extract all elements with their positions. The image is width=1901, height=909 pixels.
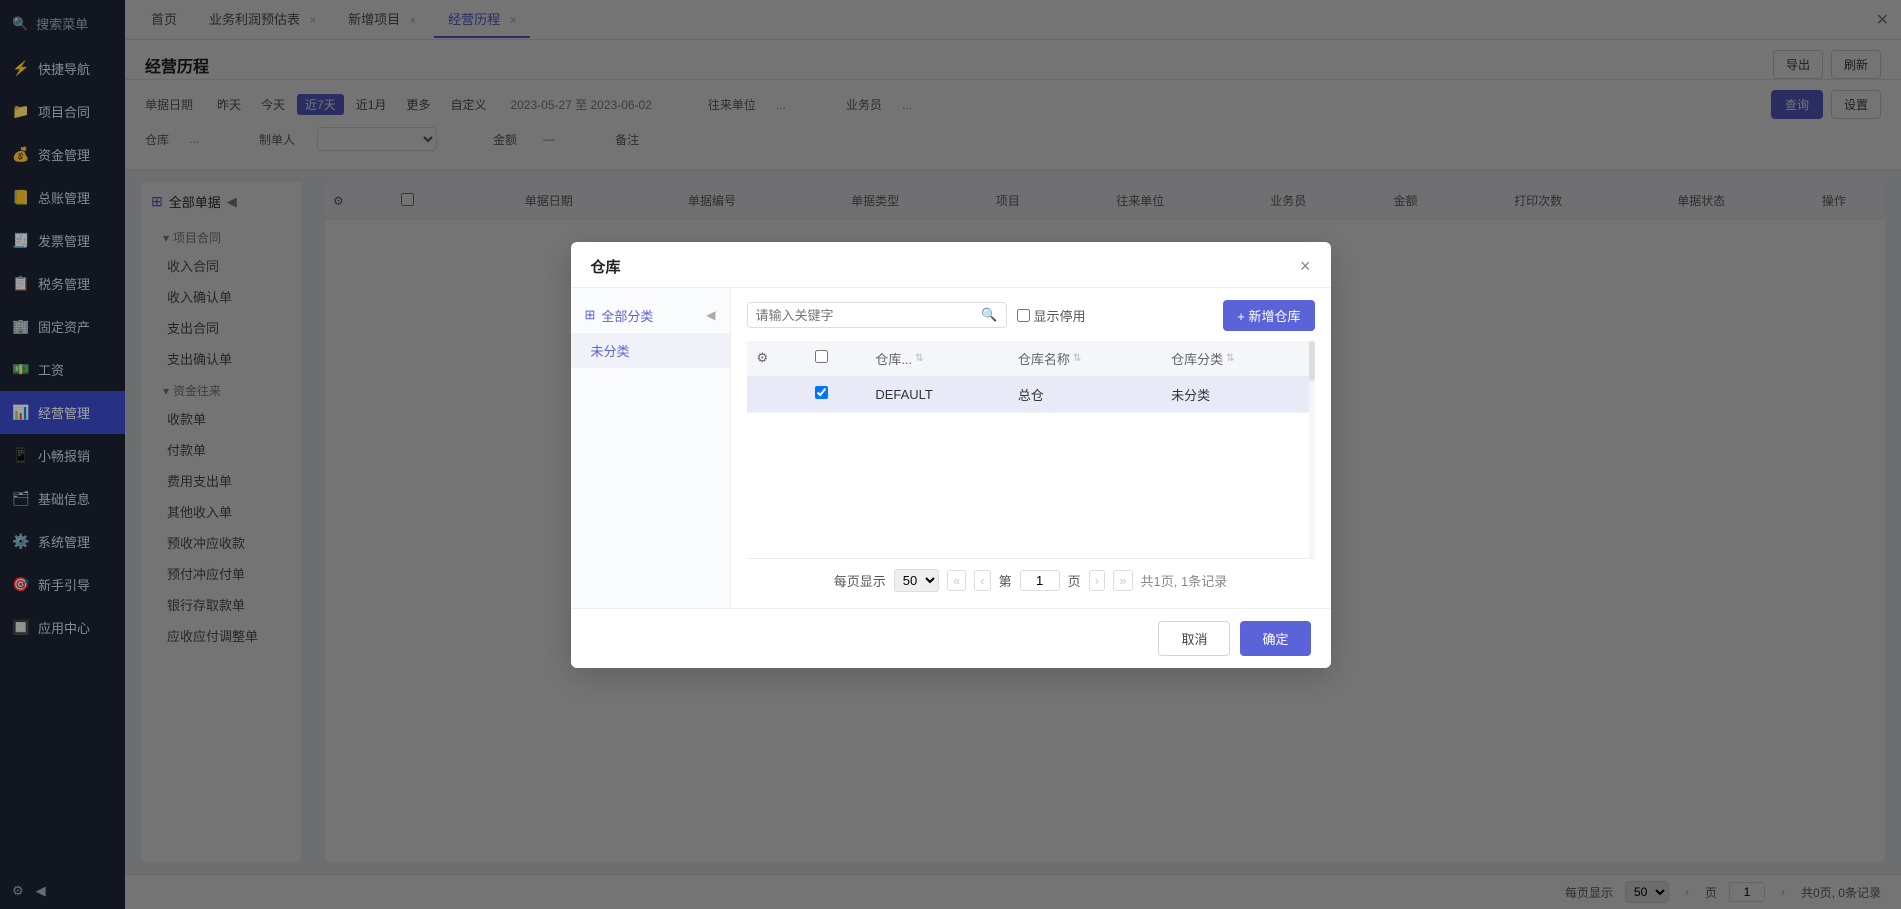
category-collapse-arrow[interactable]: ◀ xyxy=(706,308,715,322)
th-modal-checkbox xyxy=(805,341,866,377)
modal-page-input[interactable] xyxy=(1020,570,1060,591)
modal-footer: 取消 确定 xyxy=(571,608,1331,668)
modal-page-label-pre: 第 xyxy=(999,571,1012,590)
show-disabled-checkbox[interactable] xyxy=(1017,309,1030,322)
modal-right-panel: 🔍 显示停用 + 新增仓库 ⚙ xyxy=(731,288,1331,608)
row-name-cell: 总仓 xyxy=(1008,376,1161,412)
warehouse-search-box: 🔍 xyxy=(747,302,1007,328)
modal-header: 仓库 × xyxy=(571,242,1331,288)
category-sort-icon[interactable]: ⇅ xyxy=(1226,353,1234,364)
th-modal-name: 仓库名称 ⇅ xyxy=(1008,341,1161,377)
row-checkbox-cell xyxy=(805,376,866,412)
warehouse-modal: 仓库 × ⊞ 全部分类 ◀ 未分类 🔍 xyxy=(571,242,1331,668)
warehouse-search-input[interactable] xyxy=(756,308,982,323)
col-settings-icon[interactable]: ⚙ xyxy=(757,350,769,365)
show-disabled-label: 显示停用 xyxy=(1034,306,1086,325)
modal-last-page-btn[interactable]: » xyxy=(1113,570,1132,591)
add-warehouse-button[interactable]: + 新增仓库 xyxy=(1223,300,1314,331)
warehouse-search-icon[interactable]: 🔍 xyxy=(981,307,997,323)
show-disabled-checkbox-label[interactable]: 显示停用 xyxy=(1017,306,1086,325)
modal-first-page-btn[interactable]: « xyxy=(947,570,966,591)
cancel-button[interactable]: 取消 xyxy=(1158,621,1230,656)
col-category-label: 仓库分类 xyxy=(1171,349,1223,368)
code-sort-icon[interactable]: ⇅ xyxy=(915,353,923,364)
modal-table-container: ⚙ 仓库... ⇅ 仓库名称 ⇅ xyxy=(747,341,1315,558)
name-sort-icon[interactable]: ⇅ xyxy=(1073,353,1081,364)
modal-total-label: 共1页, 1条记录 xyxy=(1141,571,1228,590)
grid-cat-icon: ⊞ xyxy=(585,307,596,323)
th-modal-category: 仓库分类 ⇅ xyxy=(1161,341,1314,377)
row-code-cell: DEFAULT xyxy=(865,376,1008,412)
modal-title: 仓库 xyxy=(591,256,621,277)
col-code-label: 仓库... xyxy=(875,349,912,368)
th-modal-code: 仓库... ⇅ xyxy=(865,341,1008,377)
table-row[interactable]: DEFAULT 总仓 未分类 xyxy=(747,376,1315,412)
th-modal-settings: ⚙ xyxy=(747,341,805,377)
all-category-item[interactable]: ⊞ 全部分类 ◀ xyxy=(571,298,730,333)
scrollbar-track xyxy=(1309,341,1315,558)
col-name-label: 仓库名称 xyxy=(1018,349,1070,368)
modal-close-button[interactable]: × xyxy=(1300,256,1311,277)
modal-category-panel: ⊞ 全部分类 ◀ 未分类 xyxy=(571,288,731,608)
row-checkbox[interactable] xyxy=(815,386,828,399)
modal-next-page-btn[interactable]: › xyxy=(1089,570,1105,591)
modal-toolbar: 🔍 显示停用 + 新增仓库 xyxy=(747,300,1315,331)
modal-per-page-select[interactable]: 50 xyxy=(894,569,939,592)
modal-prev-page-btn[interactable]: ‹ xyxy=(974,570,990,591)
warehouse-table: ⚙ 仓库... ⇅ 仓库名称 ⇅ xyxy=(747,341,1315,413)
confirm-button[interactable]: 确定 xyxy=(1240,621,1310,656)
row-settings-cell xyxy=(747,376,805,412)
all-category-label: 全部分类 xyxy=(601,306,653,325)
modal-per-page-label: 每页显示 xyxy=(834,571,886,590)
row-category-cell: 未分类 xyxy=(1161,376,1314,412)
modal-body: ⊞ 全部分类 ◀ 未分类 🔍 显示停用 + 新增仓库 xyxy=(571,288,1331,608)
scrollbar-thumb[interactable] xyxy=(1309,341,1315,381)
modal-page-label: 页 xyxy=(1068,571,1081,590)
modal-select-all[interactable] xyxy=(815,350,828,363)
uncategorized-label: 未分类 xyxy=(591,344,630,359)
uncategorized-item[interactable]: 未分类 xyxy=(571,333,730,368)
modal-pagination: 每页显示 50 « ‹ 第 页 › » 共1页, 1条记录 xyxy=(747,558,1315,596)
